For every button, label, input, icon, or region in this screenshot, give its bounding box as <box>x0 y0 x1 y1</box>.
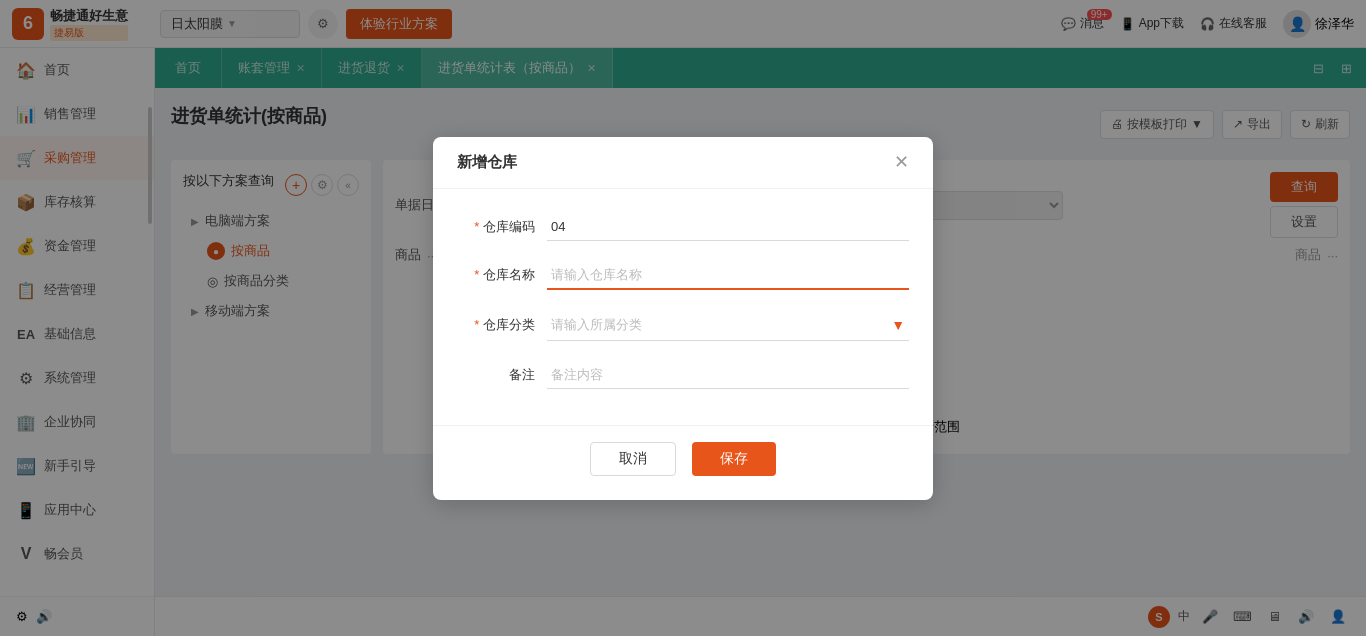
warehouse-code-input[interactable] <box>547 213 909 241</box>
warehouse-code-row: * 仓库编码 <box>457 213 909 241</box>
warehouse-category-select[interactable]: 请输入所属分类 ▼ <box>547 310 909 341</box>
warehouse-remark-row: 备注 <box>457 361 909 389</box>
required-mark: * <box>474 219 479 234</box>
modal-header: 新增仓库 ✕ <box>433 137 933 189</box>
add-warehouse-modal: 新增仓库 ✕ * 仓库编码 * 仓库名称 <box>433 137 933 500</box>
category-label: * 仓库分类 <box>457 316 547 334</box>
cancel-button[interactable]: 取消 <box>590 442 676 476</box>
modal-overlay: 新增仓库 ✕ * 仓库编码 * 仓库名称 <box>0 0 1366 636</box>
code-label: * 仓库编码 <box>457 218 547 236</box>
required-mark3: * <box>474 317 479 332</box>
category-placeholder: 请输入所属分类 <box>551 316 891 334</box>
warehouse-remark-input[interactable] <box>547 361 909 389</box>
save-button[interactable]: 保存 <box>692 442 776 476</box>
category-dropdown-icon: ▼ <box>891 317 905 333</box>
modal-close-button[interactable]: ✕ <box>894 153 909 171</box>
warehouse-name-row: * 仓库名称 <box>457 261 909 290</box>
modal-footer: 取消 保存 <box>433 425 933 500</box>
warehouse-name-input[interactable] <box>547 261 909 290</box>
modal-title: 新增仓库 <box>457 153 517 172</box>
remark-label: 备注 <box>457 366 547 384</box>
warehouse-category-row: * 仓库分类 请输入所属分类 ▼ <box>457 310 909 341</box>
modal-body: * 仓库编码 * 仓库名称 * 仓库分类 请输入所属 <box>433 189 933 425</box>
name-label: * 仓库名称 <box>457 266 547 284</box>
required-mark2: * <box>474 267 479 282</box>
